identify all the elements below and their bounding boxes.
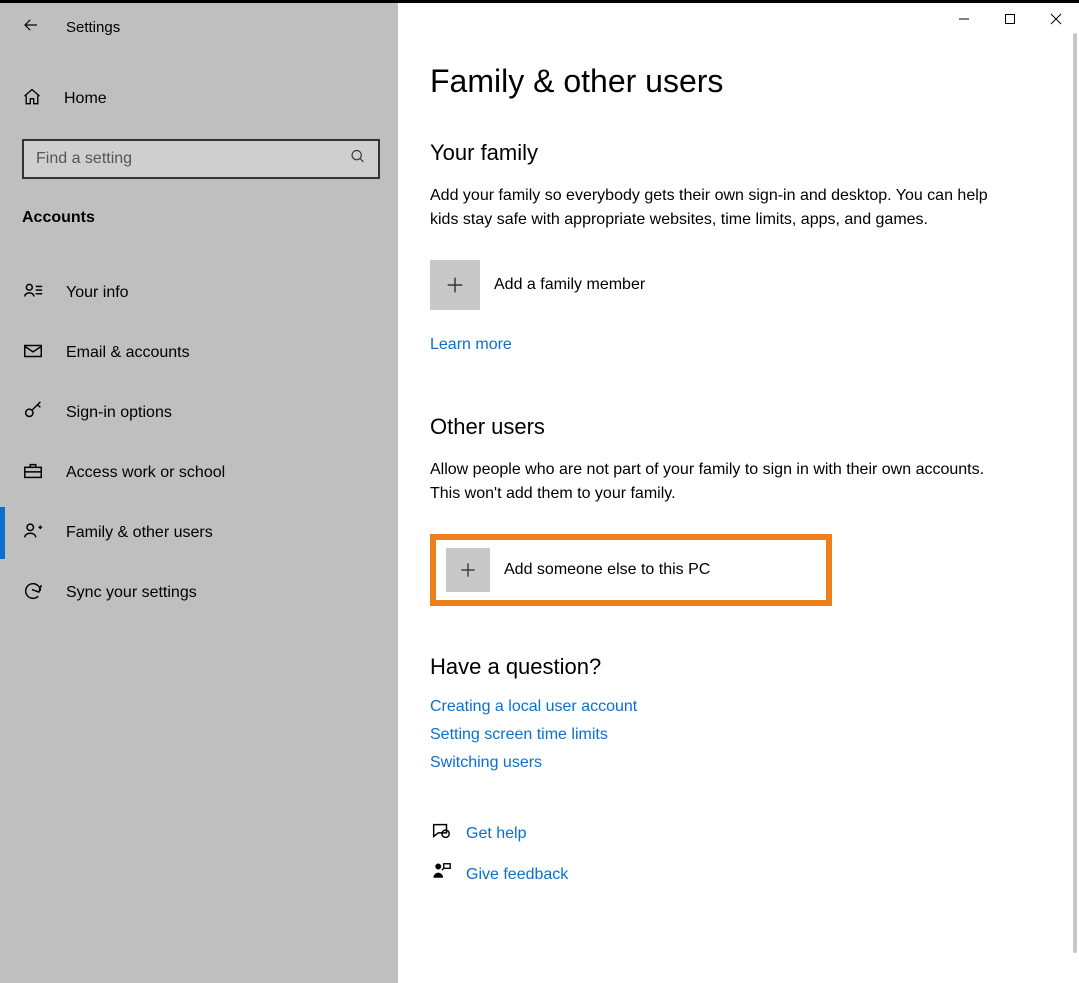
sidebar-home[interactable]: Home bbox=[0, 75, 398, 123]
sidebar-section-label: Accounts bbox=[22, 209, 398, 227]
sidebar-item-label: Sign-in options bbox=[66, 404, 172, 422]
scrollbar[interactable] bbox=[1073, 33, 1077, 953]
learn-more-link[interactable]: Learn more bbox=[430, 336, 512, 354]
home-label: Home bbox=[64, 90, 107, 108]
other-users-body: Allow people who are not part of your fa… bbox=[430, 458, 990, 506]
add-family-member-button[interactable]: Add a family member bbox=[430, 260, 1043, 310]
person-card-icon bbox=[22, 280, 44, 307]
key-icon bbox=[22, 400, 44, 427]
maximize-button[interactable] bbox=[987, 3, 1033, 35]
back-icon[interactable] bbox=[22, 16, 40, 39]
people-plus-icon bbox=[22, 520, 44, 547]
search-wrap bbox=[22, 139, 380, 179]
sidebar-item-email-accounts[interactable]: Email & accounts bbox=[0, 323, 398, 383]
question-heading: Have a question? bbox=[430, 654, 1043, 680]
caption-buttons bbox=[941, 3, 1079, 35]
family-body: Add your family so everybody gets their … bbox=[430, 184, 990, 232]
search-icon bbox=[350, 149, 366, 170]
sidebar-item-your-info[interactable]: Your info bbox=[0, 263, 398, 323]
get-help-label: Get help bbox=[466, 825, 526, 843]
get-help-link[interactable]: Get help bbox=[430, 820, 1043, 847]
plus-icon bbox=[430, 260, 480, 310]
family-heading: Your family bbox=[430, 140, 1043, 166]
close-button[interactable] bbox=[1033, 3, 1079, 35]
other-users-heading: Other users bbox=[430, 414, 1043, 440]
search-input[interactable] bbox=[22, 139, 380, 179]
chat-icon bbox=[430, 820, 452, 847]
sidebar-item-signin-options[interactable]: Sign-in options bbox=[0, 383, 398, 443]
sidebar: Settings Home Accounts Your info bbox=[0, 3, 398, 983]
mail-icon bbox=[22, 340, 44, 367]
add-someone-else-label: Add someone else to this PC bbox=[504, 561, 710, 579]
sidebar-item-label: Your info bbox=[66, 284, 129, 302]
sidebar-item-label: Family & other users bbox=[66, 524, 213, 542]
sidebar-item-family-other-users[interactable]: Family & other users bbox=[0, 503, 398, 563]
briefcase-icon bbox=[22, 460, 44, 487]
add-someone-else-button[interactable]: Add someone else to this PC bbox=[430, 534, 832, 606]
question-links: Creating a local user account Setting sc… bbox=[430, 698, 1043, 772]
give-feedback-label: Give feedback bbox=[466, 866, 568, 884]
plus-icon bbox=[446, 548, 490, 592]
sidebar-item-label: Sync your settings bbox=[66, 584, 197, 602]
add-family-member-label: Add a family member bbox=[494, 276, 645, 294]
titlebar: Settings bbox=[0, 3, 398, 51]
app-title: Settings bbox=[66, 19, 120, 36]
sidebar-item-label: Email & accounts bbox=[66, 344, 190, 362]
give-feedback-link[interactable]: Give feedback bbox=[430, 861, 1043, 888]
question-link-screen-time[interactable]: Setting screen time limits bbox=[430, 726, 1043, 744]
question-link-local-account[interactable]: Creating a local user account bbox=[430, 698, 1043, 716]
sidebar-item-sync-settings[interactable]: Sync your settings bbox=[0, 563, 398, 623]
home-icon bbox=[22, 87, 42, 112]
sidebar-item-access-work[interactable]: Access work or school bbox=[0, 443, 398, 503]
sidebar-item-label: Access work or school bbox=[66, 464, 225, 482]
feedback-icon bbox=[430, 861, 452, 888]
sync-icon bbox=[22, 580, 44, 607]
question-link-switching-users[interactable]: Switching users bbox=[430, 754, 1043, 772]
page-title: Family & other users bbox=[430, 63, 1043, 100]
sidebar-nav: Your info Email & accounts Sign-in optio… bbox=[0, 263, 398, 623]
content: Family & other users Your family Add you… bbox=[398, 3, 1079, 983]
main-pane: Family & other users Your family Add you… bbox=[398, 3, 1079, 983]
minimize-button[interactable] bbox=[941, 3, 987, 35]
